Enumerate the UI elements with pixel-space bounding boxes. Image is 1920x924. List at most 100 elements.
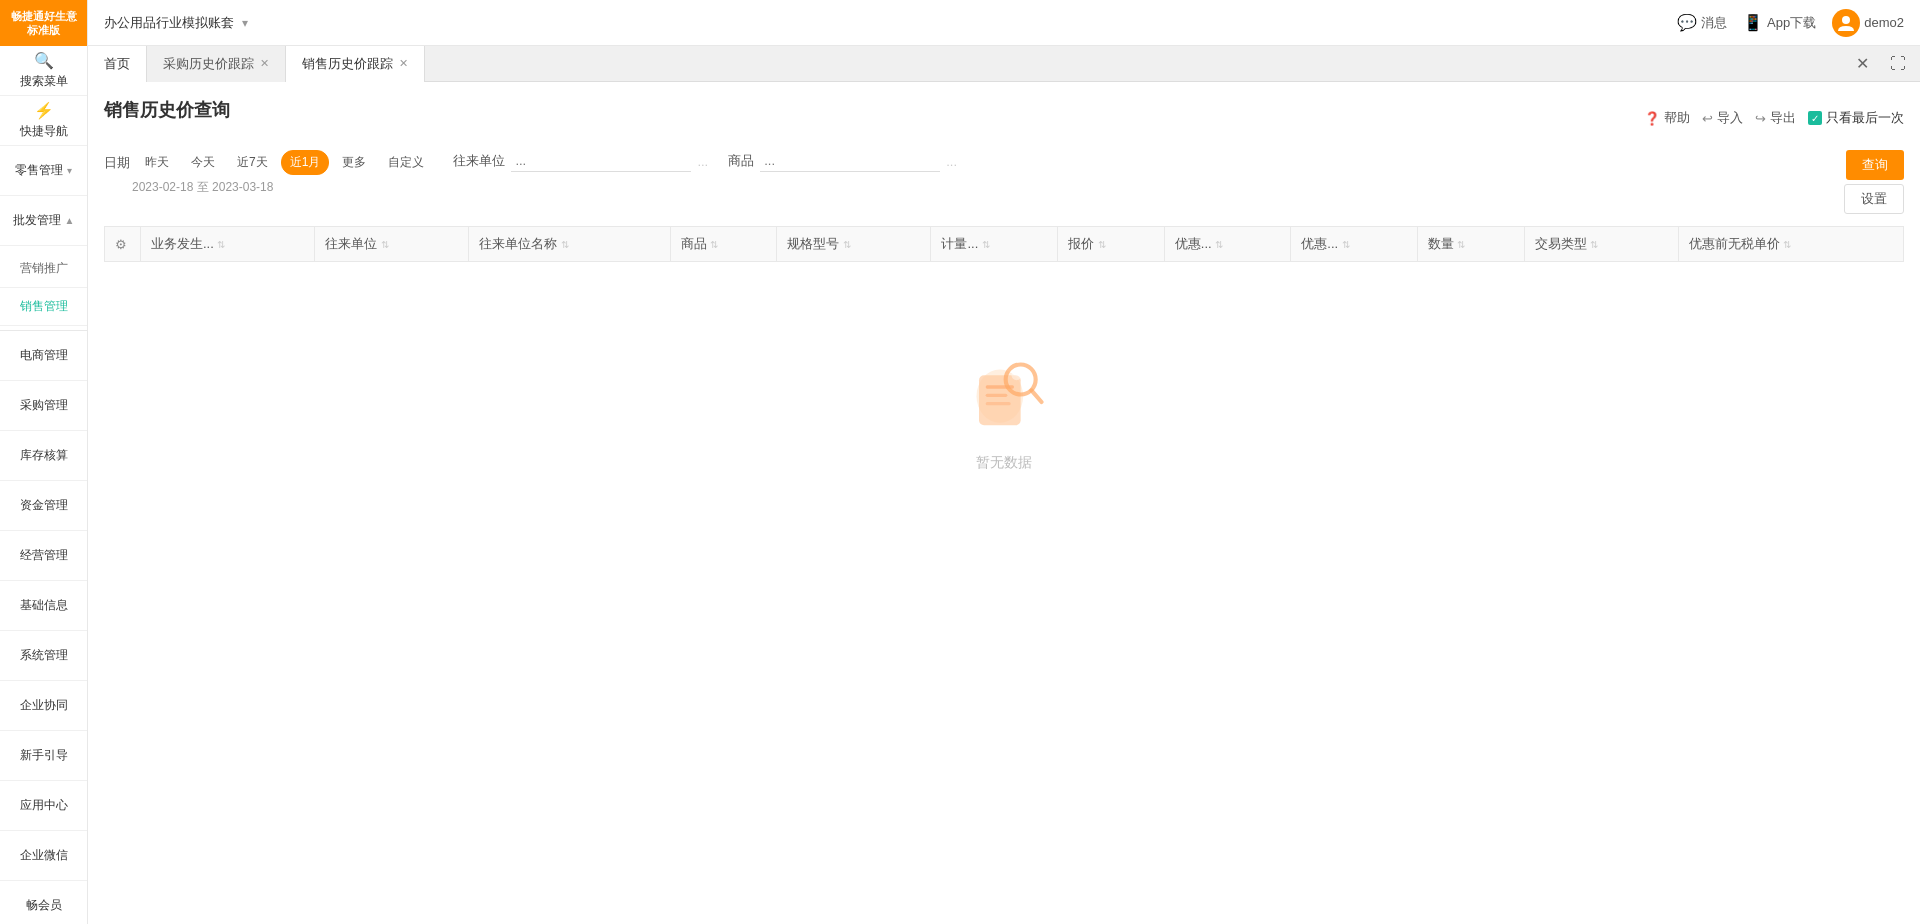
table-header-discount2[interactable]: 优惠... ⇅: [1291, 227, 1418, 262]
username-label: demo2: [1864, 15, 1904, 30]
sidebar-item-label: 电商管理: [20, 347, 68, 364]
table-header-pretax-price[interactable]: 优惠前无税单价 ⇅: [1678, 227, 1903, 262]
sidebar-item-ecommerce[interactable]: 电商管理: [0, 331, 87, 381]
table-header-partner-name[interactable]: 往来单位名称 ⇅: [469, 227, 671, 262]
sort-icon: ⇅: [217, 239, 225, 250]
settings-gear-icon[interactable]: ⚙: [115, 237, 127, 252]
product-dots: ...: [946, 154, 957, 169]
date-btn-1month[interactable]: 近1月: [281, 150, 330, 175]
sidebar-item-sales-mgmt[interactable]: 销售管理: [0, 288, 87, 326]
table-header-quote-price[interactable]: 报价 ⇅: [1057, 227, 1164, 262]
export-icon: ↪: [1755, 111, 1766, 126]
sidebar-item-basic-info[interactable]: 基础信息: [0, 581, 87, 631]
col-partner-code-label: 往来单位: [325, 236, 377, 251]
dropdown-icon[interactable]: ▾: [242, 16, 248, 30]
sidebar-item-label: 营销推广: [20, 260, 68, 277]
svg-rect-2: [979, 375, 1021, 425]
tab-bar: 首页 采购历史价跟踪 ✕ 销售历史价跟踪 ✕ ✕ ⛶: [88, 46, 1920, 82]
tab-sales-close-icon[interactable]: ✕: [399, 57, 408, 70]
help-action[interactable]: ❓ 帮助: [1644, 109, 1690, 127]
logo-text: 畅捷通好生意 标准版: [11, 9, 77, 38]
sidebar-item-system[interactable]: 系统管理: [0, 631, 87, 681]
table-header-spec[interactable]: 规格型号 ⇅: [777, 227, 931, 262]
export-label: 导出: [1770, 109, 1796, 127]
table-header-partner-code[interactable]: 往来单位 ⇅: [314, 227, 468, 262]
partner-dots: ...: [697, 154, 708, 169]
only-last-checkbox[interactable]: ✓ 只看最后一次: [1808, 109, 1904, 127]
col-trade-type-label: 交易类型: [1535, 236, 1587, 251]
search-icon: 🔍: [34, 51, 54, 70]
download-icon: 📱: [1743, 13, 1763, 32]
app-download-action[interactable]: 📱 App下载: [1743, 13, 1816, 32]
date-buttons: 昨天 今天 近7天 近1月 更多 自定义: [136, 150, 433, 175]
empty-state: 暂无数据: [104, 262, 1904, 552]
export-action[interactable]: ↪ 导出: [1755, 109, 1796, 127]
sidebar-item-operations[interactable]: 经营管理: [0, 531, 87, 581]
sidebar-item-purchase[interactable]: 采购管理: [0, 381, 87, 431]
sidebar-item-corp-wechat[interactable]: 企业微信: [0, 831, 87, 881]
table-header-unit[interactable]: 计量... ⇅: [931, 227, 1058, 262]
page-title: 销售历史价查询: [104, 98, 230, 122]
date-btn-7days[interactable]: 近7天: [228, 150, 277, 175]
settings-button[interactable]: 设置: [1844, 184, 1904, 214]
sidebar-item-label: 企业协同: [20, 697, 68, 714]
tab-purchase-history[interactable]: 采购历史价跟踪 ✕: [147, 46, 286, 82]
col-discount2-label: 优惠...: [1301, 236, 1338, 251]
sort-icon: ⇅: [1457, 239, 1465, 250]
import-icon: ↩: [1702, 111, 1713, 126]
sidebar-item-retail[interactable]: 零售管理 ▾: [0, 146, 87, 196]
table-header-biz-date[interactable]: 业务发生... ⇅: [141, 227, 315, 262]
sidebar-item-wholesale[interactable]: 批发管理 ▲: [0, 196, 87, 246]
tab-sales-history[interactable]: 销售历史价跟踪 ✕: [286, 46, 425, 82]
sidebar-item-member[interactable]: 畅会员: [0, 881, 87, 924]
tab-expand-icon[interactable]: ⛶: [1884, 50, 1912, 78]
date-btn-today[interactable]: 今天: [182, 150, 224, 175]
table-header-settings[interactable]: ⚙: [105, 227, 141, 262]
sidebar: 畅捷通好生意 标准版 🔍 搜索菜单 ⚡ 快捷导航 零售管理 ▾ 批发管理 ▲ 营…: [0, 0, 88, 924]
data-table: ⚙ 业务发生... ⇅ 往来单位 ⇅ 往来单位名称 ⇅: [104, 226, 1904, 262]
sidebar-item-app-center[interactable]: 应用中心: [0, 781, 87, 831]
main-area: 办公用品行业模拟账套 ▾ 💬 消息 📱 App下载 demo2 首页: [88, 0, 1920, 924]
tab-close-all-icon[interactable]: ✕: [1848, 50, 1876, 78]
sidebar-item-label: 采购管理: [20, 397, 68, 414]
sidebar-item-finance[interactable]: 资金管理: [0, 481, 87, 531]
quick-nav-icon: ⚡: [34, 101, 54, 120]
sidebar-item-label: 基础信息: [20, 597, 68, 614]
query-buttons: 查询 设置: [1844, 150, 1904, 214]
table-header-product[interactable]: 商品 ⇅: [670, 227, 777, 262]
tab-purchase-close-icon[interactable]: ✕: [260, 57, 269, 70]
sidebar-item-inventory[interactable]: 库存核算: [0, 431, 87, 481]
sidebar-item-label: 新手引导: [20, 747, 68, 764]
message-label: 消息: [1701, 14, 1727, 32]
svg-line-7: [1032, 390, 1042, 402]
table-header-trade-type[interactable]: 交易类型 ⇅: [1524, 227, 1678, 262]
sort-icon: ⇅: [1098, 239, 1106, 250]
user-profile[interactable]: demo2: [1832, 9, 1904, 37]
date-btn-yesterday[interactable]: 昨天: [136, 150, 178, 175]
partner-input[interactable]: [511, 150, 691, 172]
chevron-down-icon: ▾: [67, 165, 72, 176]
message-action[interactable]: 💬 消息: [1677, 13, 1727, 32]
sidebar-item-label: 系统管理: [20, 647, 68, 664]
sidebar-item-marketing[interactable]: 营销推广: [0, 250, 87, 288]
sidebar-item-newbie[interactable]: 新手引导: [0, 731, 87, 781]
date-btn-more[interactable]: 更多: [333, 150, 375, 175]
import-action[interactable]: ↩ 导入: [1702, 109, 1743, 127]
sidebar-item-label: 经营管理: [20, 547, 68, 564]
table-header-qty[interactable]: 数量 ⇅: [1417, 227, 1524, 262]
table-header-discount1[interactable]: 优惠... ⇅: [1164, 227, 1291, 262]
tab-bar-right: ✕ ⛶: [1848, 50, 1920, 78]
date-btn-custom[interactable]: 自定义: [379, 150, 433, 175]
svg-point-8: [1012, 370, 1022, 380]
sidebar-item-quick-nav[interactable]: ⚡ 快捷导航: [0, 96, 87, 146]
sidebar-item-enterprise[interactable]: 企业协同: [0, 681, 87, 731]
sort-icon: ⇅: [381, 239, 389, 250]
sidebar-item-label: 应用中心: [20, 797, 68, 814]
product-input[interactable]: [760, 150, 940, 172]
tab-home[interactable]: 首页: [88, 46, 147, 82]
sidebar-item-label: 零售管理: [15, 162, 63, 179]
tab-purchase-history-label: 采购历史价跟踪: [163, 55, 254, 73]
col-biz-date-label: 业务发生...: [151, 236, 214, 251]
query-button[interactable]: 查询: [1846, 150, 1904, 180]
sidebar-item-search[interactable]: 🔍 搜索菜单: [0, 46, 87, 96]
